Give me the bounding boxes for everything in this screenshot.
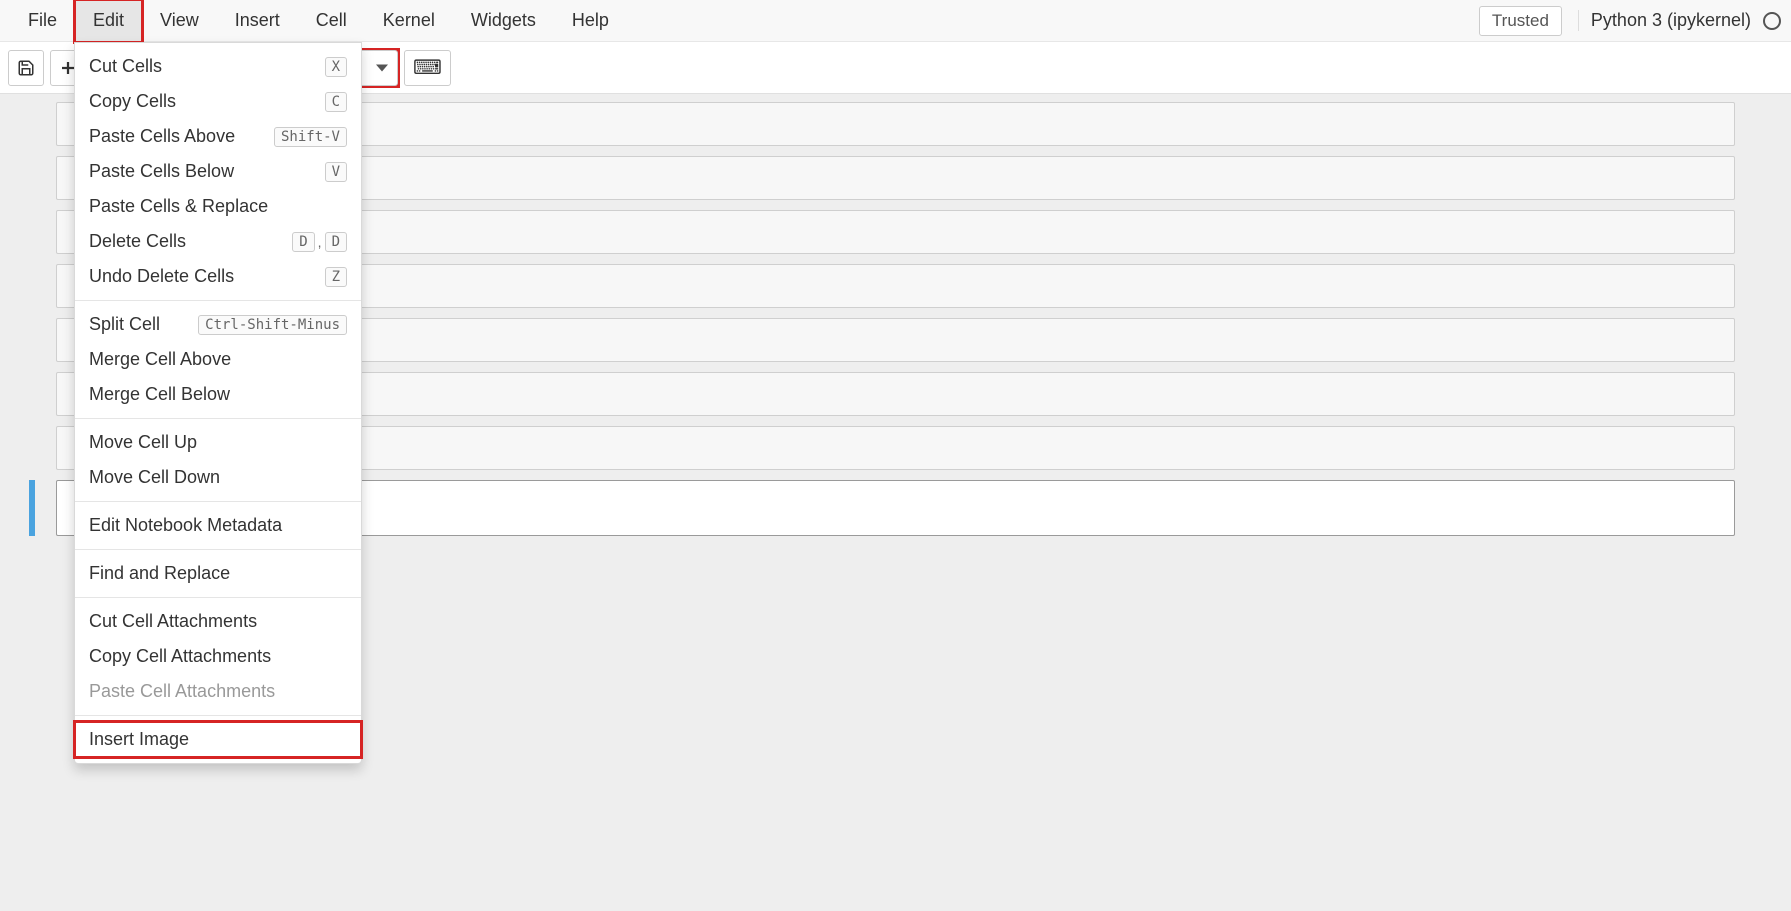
menu-item-label: Copy Cells [89, 91, 176, 112]
menu-item-label: Move Cell Up [89, 432, 197, 453]
menu-file[interactable]: File [10, 0, 75, 42]
menu-item-paste-cells-replace[interactable]: Paste Cells & Replace [75, 189, 361, 224]
keyboard-icon: ⌨ [413, 55, 442, 80]
edit-menu-dropdown: Cut Cells X Copy Cells C Paste Cells Above Sh… [74, 42, 362, 764]
menu-item-label: Paste Cells Below [89, 161, 234, 182]
menu-item-label: Cut Cell Attachments [89, 611, 257, 632]
menu-item-label: Paste Cells Above [89, 126, 235, 147]
menu-divider [75, 597, 361, 598]
shortcut-key: V [325, 162, 347, 182]
menu-edit[interactable]: Edit [75, 0, 142, 42]
menu-item-label: Merge Cell Above [89, 349, 231, 370]
menu-item-undo-delete-cells[interactable]: Undo Delete Cells Z [75, 259, 361, 294]
menu-divider [75, 418, 361, 419]
menu-item-label: Paste Cells & Replace [89, 196, 268, 217]
menu-item-insert-image[interactable]: Insert Image [75, 722, 361, 757]
menu-item-paste-cell-attachments: Paste Cell Attachments [75, 674, 361, 709]
menu-item-label: Paste Cell Attachments [89, 681, 275, 702]
shortcut-key: X [325, 57, 347, 77]
menu-item-paste-cells-above[interactable]: Paste Cells Above Shift-V [75, 119, 361, 154]
menu-item-label: Find and Replace [89, 563, 230, 584]
menu-kernel[interactable]: Kernel [365, 0, 453, 42]
menu-item-cut-cells[interactable]: Cut Cells X [75, 49, 361, 84]
menu-item-label: Undo Delete Cells [89, 266, 234, 287]
shortcut-pair: D,D [292, 232, 347, 252]
menu-item-label: Copy Cell Attachments [89, 646, 271, 667]
menubar: FileEditViewInsertCellKernelWidgetsHelp … [0, 0, 1791, 42]
save-button[interactable] [8, 50, 44, 86]
menu-divider [75, 549, 361, 550]
menu-item-label: Move Cell Down [89, 467, 220, 488]
kernel-indicator-icon[interactable] [1763, 12, 1781, 30]
menu-item-merge-cell-below[interactable]: Merge Cell Below [75, 377, 361, 412]
shortcut-key: C [325, 92, 347, 112]
menu-item-copy-cell-attachments[interactable]: Copy Cell Attachments [75, 639, 361, 674]
kernel-name[interactable]: Python 3 (ipykernel) [1578, 10, 1751, 31]
menu-item-paste-cells-below[interactable]: Paste Cells Below V [75, 154, 361, 189]
menu-item-label: Cut Cells [89, 56, 162, 77]
menu-item-merge-cell-above[interactable]: Merge Cell Above [75, 342, 361, 377]
command-palette-button[interactable]: ⌨ [404, 50, 451, 86]
menu-widgets[interactable]: Widgets [453, 0, 554, 42]
menu-item-copy-cells[interactable]: Copy Cells C [75, 84, 361, 119]
menu-item-delete-cells[interactable]: Delete Cells D,D [75, 224, 361, 259]
menu-item-label: Split Cell [89, 314, 160, 335]
menu-item-label: Merge Cell Below [89, 384, 230, 405]
menu-item-split-cell[interactable]: Split Cell Ctrl-Shift-Minus [75, 307, 361, 342]
menu-item-move-cell-down[interactable]: Move Cell Down [75, 460, 361, 495]
shortcut-key: Shift-V [274, 127, 347, 147]
trusted-button[interactable]: Trusted [1479, 6, 1562, 36]
menu-insert[interactable]: Insert [217, 0, 298, 42]
menu-divider [75, 300, 361, 301]
menu-item-cut-cell-attachments[interactable]: Cut Cell Attachments [75, 604, 361, 639]
shortcut-key: Ctrl-Shift-Minus [198, 315, 347, 335]
save-icon [17, 59, 35, 77]
shortcut-key: Z [325, 267, 347, 287]
menu-item-label: Delete Cells [89, 231, 186, 252]
menu-view[interactable]: View [142, 0, 217, 42]
menu-cell[interactable]: Cell [298, 0, 365, 42]
menu-divider [75, 715, 361, 716]
menu-divider [75, 501, 361, 502]
menu-item-find-and-replace[interactable]: Find and Replace [75, 556, 361, 591]
menu-item-edit-notebook-metadata[interactable]: Edit Notebook Metadata [75, 508, 361, 543]
menu-help[interactable]: Help [554, 0, 627, 42]
menu-item-label: Insert Image [89, 729, 189, 750]
menu-item-label: Edit Notebook Metadata [89, 515, 282, 536]
menu-item-move-cell-up[interactable]: Move Cell Up [75, 425, 361, 460]
